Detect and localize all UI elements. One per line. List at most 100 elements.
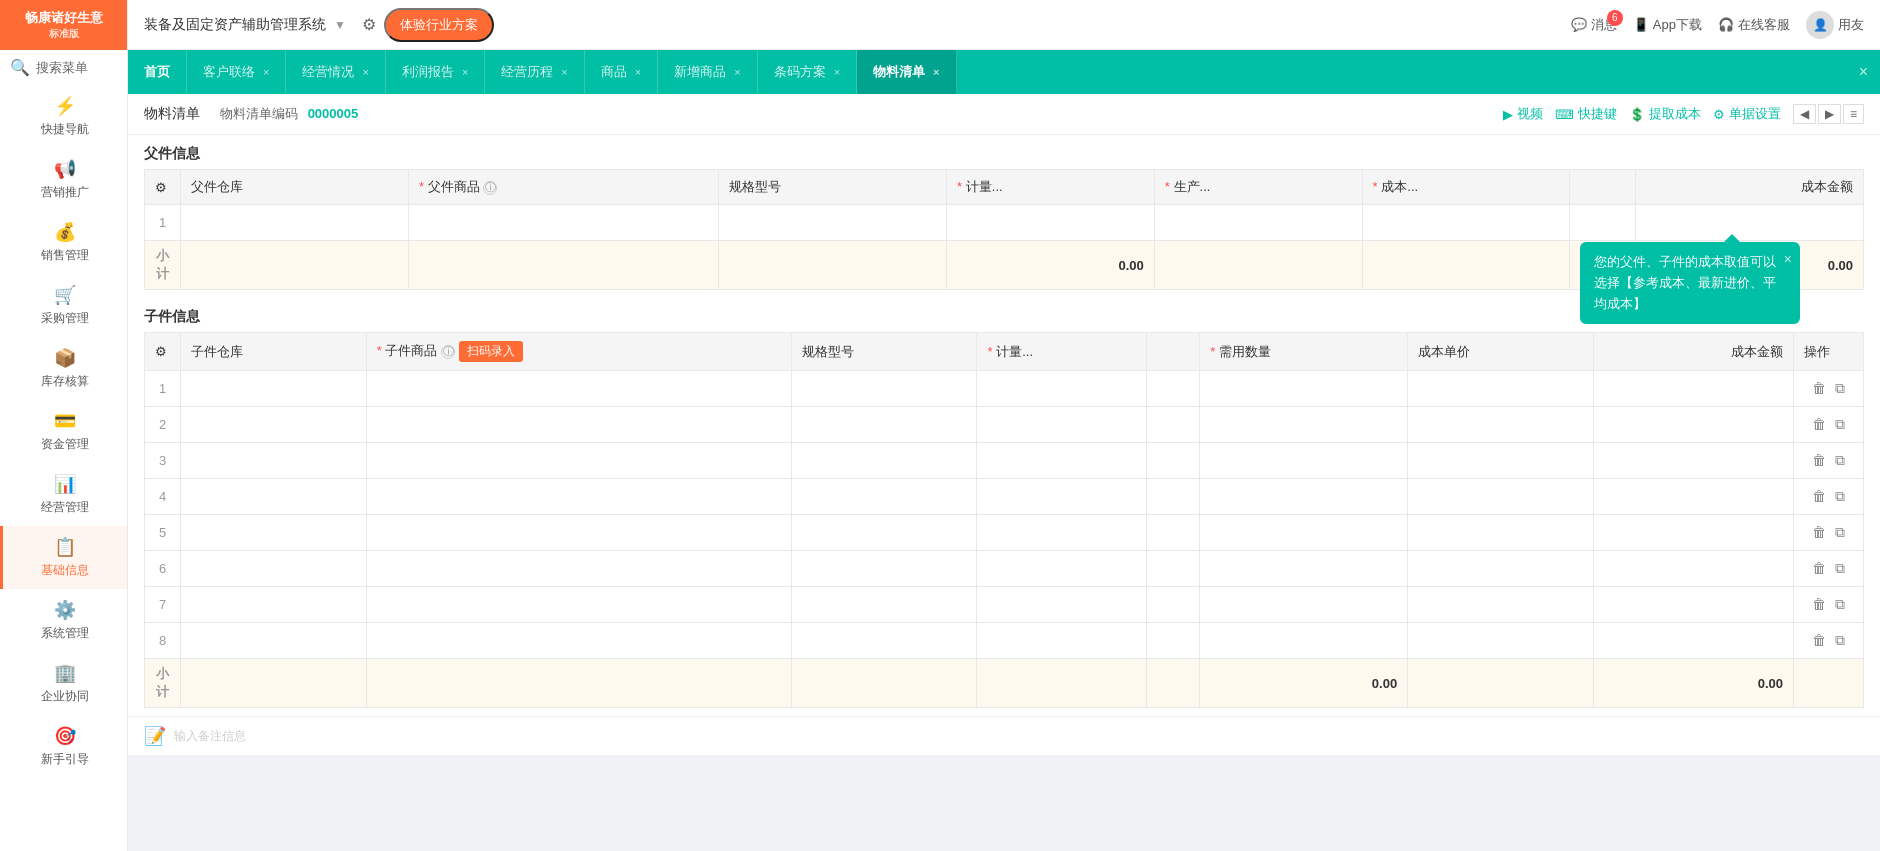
- close-tab-bom[interactable]: ×: [933, 66, 939, 78]
- sidebar-item-quick-nav[interactable]: ⚡ 快捷导航: [0, 85, 127, 148]
- child-spec-1[interactable]: [791, 371, 977, 407]
- close-tab-op-history[interactable]: ×: [561, 66, 567, 78]
- view-action[interactable]: ▶ 视频: [1503, 105, 1543, 123]
- child-extra-4[interactable]: [1146, 479, 1199, 515]
- copy-row-1-button[interactable]: ⧉: [1832, 378, 1848, 399]
- child-product-4[interactable]: [366, 479, 791, 515]
- child-unit-cost-6[interactable]: [1408, 551, 1594, 587]
- close-all-tabs[interactable]: ×: [1847, 63, 1880, 81]
- delete-row-3-button[interactable]: 🗑: [1809, 450, 1829, 470]
- copy-row-2-button[interactable]: ⧉: [1832, 414, 1848, 435]
- parent-warehouse-1[interactable]: [181, 205, 409, 241]
- tab-new-goods[interactable]: 新增商品 ×: [658, 50, 757, 94]
- child-product-3[interactable]: [366, 443, 791, 479]
- delete-row-4-button[interactable]: 🗑: [1809, 486, 1829, 506]
- sidebar-item-marketing[interactable]: 📢 营销推广: [0, 148, 127, 211]
- child-unit-4[interactable]: [977, 479, 1146, 515]
- child-unit-8[interactable]: [977, 623, 1146, 659]
- child-extra-7[interactable]: [1146, 587, 1199, 623]
- child-unit-cost-4[interactable]: [1408, 479, 1594, 515]
- child-unit-3[interactable]: [977, 443, 1146, 479]
- shortcut-action[interactable]: ⌨ 快捷键: [1555, 105, 1617, 123]
- child-qty-7[interactable]: [1200, 587, 1408, 623]
- trial-button[interactable]: 体验行业方案: [384, 8, 494, 42]
- parent-spec-1[interactable]: [719, 205, 947, 241]
- parent-product-1[interactable]: [408, 205, 718, 241]
- delete-row-5-button[interactable]: 🗑: [1809, 522, 1829, 542]
- child-unit-1[interactable]: [977, 371, 1146, 407]
- child-product-1[interactable]: [366, 371, 791, 407]
- copy-row-6-button[interactable]: ⧉: [1832, 558, 1848, 579]
- child-qty-6[interactable]: [1200, 551, 1408, 587]
- sidebar-item-finance[interactable]: 💳 资金管理: [0, 400, 127, 463]
- child-extra-2[interactable]: [1146, 407, 1199, 443]
- delete-row-6-button[interactable]: 🗑: [1809, 558, 1829, 578]
- child-unit-cost-1[interactable]: [1408, 371, 1594, 407]
- delete-row-2-button[interactable]: 🗑: [1809, 414, 1829, 434]
- close-tab-customer[interactable]: ×: [263, 66, 269, 78]
- child-spec-2[interactable]: [791, 407, 977, 443]
- child-warehouse-6[interactable]: [181, 551, 367, 587]
- child-spec-7[interactable]: [791, 587, 977, 623]
- child-qty-5[interactable]: [1200, 515, 1408, 551]
- delete-row-1-button[interactable]: 🗑: [1809, 378, 1829, 398]
- sidebar-item-basic[interactable]: 📋 基础信息: [0, 526, 127, 589]
- child-warehouse-5[interactable]: [181, 515, 367, 551]
- online-service-button[interactable]: 🎧 在线客服: [1718, 16, 1790, 34]
- get-cost-action[interactable]: 💲 提取成本: [1629, 105, 1701, 123]
- child-unit-7[interactable]: [977, 587, 1146, 623]
- single-setting-action[interactable]: ⚙ 单据设置: [1713, 105, 1781, 123]
- next-page-button[interactable]: ▶: [1818, 104, 1841, 124]
- parent-col-settings[interactable]: ⚙: [145, 170, 181, 205]
- child-warehouse-2[interactable]: [181, 407, 367, 443]
- child-warehouse-1[interactable]: [181, 371, 367, 407]
- user-menu[interactable]: 👤 用友: [1806, 11, 1864, 39]
- sidebar-item-guide[interactable]: 🎯 新手引导: [0, 715, 127, 778]
- sidebar-item-system[interactable]: ⚙️ 系统管理: [0, 589, 127, 652]
- close-tab-profit[interactable]: ×: [462, 66, 468, 78]
- sidebar-item-operation[interactable]: 📊 经营管理: [0, 463, 127, 526]
- prev-page-button[interactable]: ◀: [1793, 104, 1816, 124]
- product-info-icon[interactable]: ⓘ: [483, 181, 497, 195]
- close-tab-barcode[interactable]: ×: [834, 66, 840, 78]
- child-extra-5[interactable]: [1146, 515, 1199, 551]
- child-unit-cost-7[interactable]: [1408, 587, 1594, 623]
- child-warehouse-3[interactable]: [181, 443, 367, 479]
- child-qty-2[interactable]: [1200, 407, 1408, 443]
- child-extra-6[interactable]: [1146, 551, 1199, 587]
- child-unit-6[interactable]: [977, 551, 1146, 587]
- tab-operation-history[interactable]: 经营历程 ×: [485, 50, 584, 94]
- parent-unit-1[interactable]: [947, 205, 1155, 241]
- child-qty-4[interactable]: [1200, 479, 1408, 515]
- child-product-5[interactable]: [366, 515, 791, 551]
- child-spec-4[interactable]: [791, 479, 977, 515]
- sidebar-item-enterprise[interactable]: 🏢 企业协同: [0, 652, 127, 715]
- tab-goods[interactable]: 商品 ×: [585, 50, 658, 94]
- delete-row-7-button[interactable]: 🗑: [1809, 594, 1829, 614]
- child-warehouse-7[interactable]: [181, 587, 367, 623]
- child-warehouse-4[interactable]: [181, 479, 367, 515]
- child-warehouse-8[interactable]: [181, 623, 367, 659]
- child-spec-5[interactable]: [791, 515, 977, 551]
- copy-row-8-button[interactable]: ⧉: [1832, 630, 1848, 651]
- child-spec-3[interactable]: [791, 443, 977, 479]
- copy-row-4-button[interactable]: ⧉: [1832, 486, 1848, 507]
- child-product-info-icon[interactable]: ⓘ: [441, 345, 455, 359]
- child-qty-1[interactable]: [1200, 371, 1408, 407]
- copy-row-7-button[interactable]: ⧉: [1832, 594, 1848, 615]
- app-download-button[interactable]: 📱 App下载: [1633, 16, 1702, 34]
- sidebar-item-purchase[interactable]: 🛒 采购管理: [0, 274, 127, 337]
- delete-row-8-button[interactable]: 🗑: [1809, 630, 1829, 650]
- tab-operation-status[interactable]: 经营情况 ×: [286, 50, 385, 94]
- search-menu[interactable]: 🔍 搜索菜单: [0, 50, 127, 85]
- child-extra-1[interactable]: [1146, 371, 1199, 407]
- close-tab-goods[interactable]: ×: [635, 66, 641, 78]
- settings-icon[interactable]: ⚙: [362, 15, 376, 34]
- child-unit-cost-2[interactable]: [1408, 407, 1594, 443]
- tooltip-close-button[interactable]: ×: [1784, 248, 1792, 270]
- copy-row-3-button[interactable]: ⧉: [1832, 450, 1848, 471]
- tab-bom[interactable]: 物料清单 ×: [857, 50, 956, 94]
- close-tab-op-status[interactable]: ×: [362, 66, 368, 78]
- parent-produce-1[interactable]: [1154, 205, 1362, 241]
- child-unit-cost-3[interactable]: [1408, 443, 1594, 479]
